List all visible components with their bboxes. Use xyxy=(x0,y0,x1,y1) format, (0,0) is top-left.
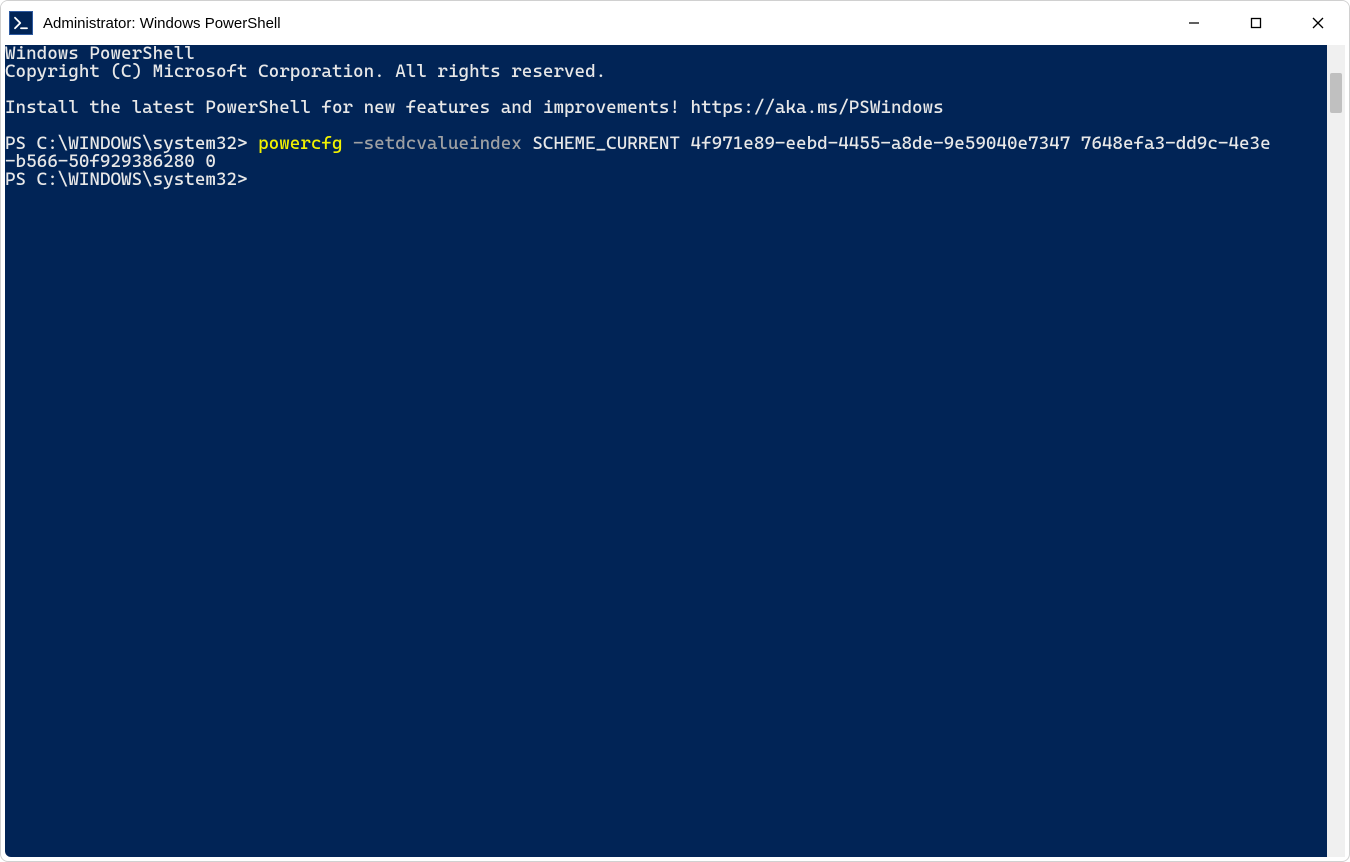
maximize-button[interactable] xyxy=(1225,1,1287,45)
powershell-window: Administrator: Windows PowerShell Window… xyxy=(0,0,1350,862)
minimize-button[interactable] xyxy=(1163,1,1225,45)
close-button[interactable] xyxy=(1287,1,1349,45)
prompt-2: PS C:\WINDOWS\system32> xyxy=(5,169,258,190)
window-title: Administrator: Windows PowerShell xyxy=(43,15,1163,32)
window-controls xyxy=(1163,1,1349,45)
install-message: Install the latest PowerShell for new fe… xyxy=(5,97,944,118)
powershell-icon xyxy=(9,11,33,35)
scrollbar-thumb[interactable] xyxy=(1330,73,1342,113)
command-executable: powercfg xyxy=(258,133,342,154)
close-icon xyxy=(1312,17,1324,29)
command-args: SCHEME_CURRENT 4f971e89-eebd-4455-a8de-9… xyxy=(522,133,1271,154)
vertical-scrollbar[interactable] xyxy=(1327,45,1345,857)
maximize-icon xyxy=(1250,17,1262,29)
terminal-output[interactable]: Windows PowerShell Copyright (C) Microso… xyxy=(5,45,1345,189)
banner-line-2: Copyright (C) Microsoft Corporation. All… xyxy=(5,61,606,82)
terminal-client-area[interactable]: Windows PowerShell Copyright (C) Microso… xyxy=(5,45,1345,857)
command-flag: -setdcvalueindex xyxy=(343,133,522,154)
title-bar[interactable]: Administrator: Windows PowerShell xyxy=(1,1,1349,45)
minimize-icon xyxy=(1188,17,1200,29)
